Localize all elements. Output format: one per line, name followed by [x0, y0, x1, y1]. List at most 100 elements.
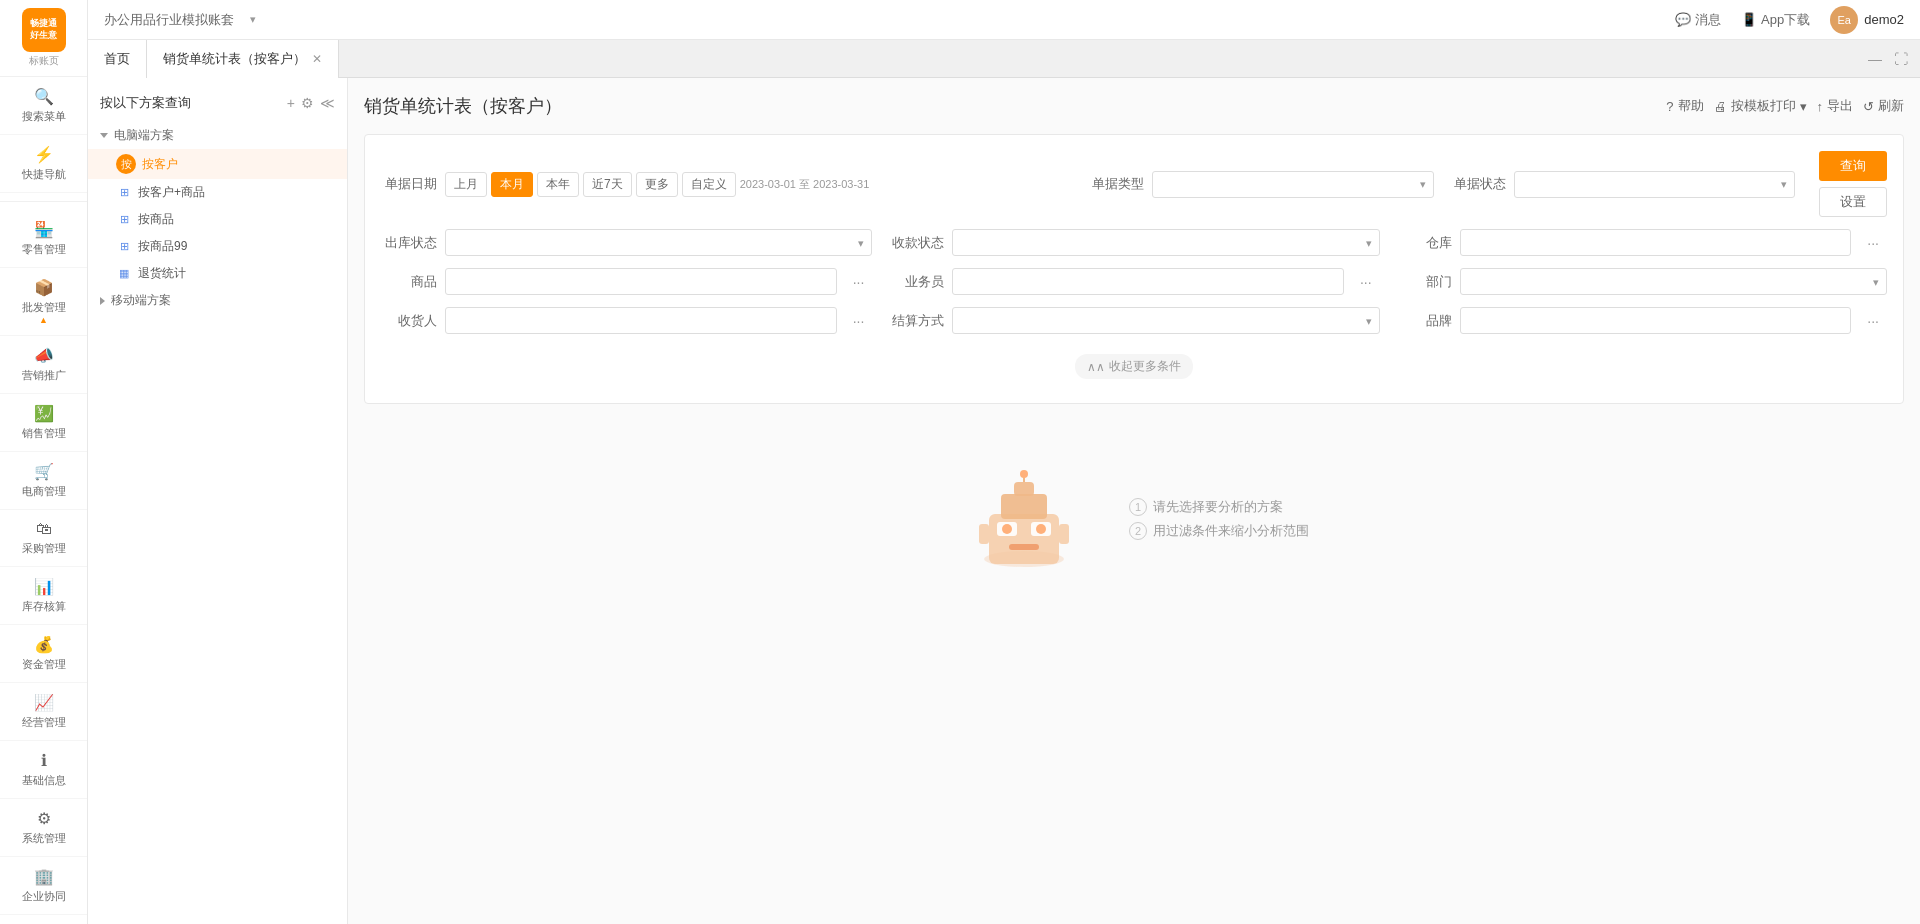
brand-dots-icon[interactable]: ···	[1859, 309, 1887, 333]
filter-doc-type-select[interactable]	[1152, 171, 1434, 198]
tab-maximize-icon[interactable]: ⛶	[1890, 47, 1912, 71]
marketing-icon: 📣	[34, 346, 54, 365]
help-label: 帮助	[1678, 97, 1704, 115]
refresh-icon: ↺	[1863, 99, 1874, 114]
logo-icon: 畅捷通好生意	[22, 8, 66, 52]
tab-home-label: 首页	[104, 50, 130, 68]
filter-department-wrapper	[1460, 268, 1887, 295]
receiver-dots-icon[interactable]: ···	[845, 309, 873, 333]
by-product-icon: ⊞	[116, 212, 132, 228]
filter-receiver-item: 收货人 ···	[381, 307, 872, 334]
topbar-dropdown-icon[interactable]: ▾	[250, 13, 256, 26]
by-customer-product-icon: ⊞	[116, 185, 132, 201]
schema-item-by-product-99[interactable]: ⊞ 按商品99	[88, 233, 347, 260]
filter-settlement-label: 结算方式	[888, 312, 944, 330]
svg-point-12	[1020, 470, 1028, 478]
date-btn-this-month[interactable]: 本月	[491, 172, 533, 197]
sidebar-item-retail[interactable]: 🏪 零售管理	[0, 210, 87, 268]
filter-department-select[interactable]	[1460, 268, 1887, 295]
date-range-display: 2023-03-01 至 2023-03-31	[740, 177, 870, 192]
filter-brand-input[interactable]	[1460, 307, 1852, 334]
salesperson-dots-icon[interactable]: ···	[1352, 270, 1380, 294]
sidebar-item-search-menu[interactable]: 🔍 搜索菜单	[0, 77, 87, 135]
tab-sales-stats[interactable]: 销货单统计表（按客户） ✕	[147, 40, 339, 78]
filter-receiver-label: 收货人	[381, 312, 437, 330]
schema-item-by-product[interactable]: ⊞ 按商品	[88, 206, 347, 233]
schema-item-return-stats[interactable]: ▦ 退货统计	[88, 260, 347, 287]
svg-rect-1	[989, 514, 1059, 564]
sidebar-item-purchase[interactable]: 🛍 采购管理	[0, 510, 87, 567]
warehouse-dots-icon[interactable]: ···	[1859, 231, 1887, 255]
tab-close-icon[interactable]: ✕	[312, 52, 322, 66]
ecommerce-icon: 🛒	[34, 462, 54, 481]
sidebar-item-inventory[interactable]: 📊 库存核算	[0, 567, 87, 625]
filter-out-status-select[interactable]	[445, 229, 872, 256]
filter-salesperson-input[interactable]	[952, 268, 1344, 295]
filter-settlement-select[interactable]	[952, 307, 1379, 334]
filter-product-input[interactable]	[445, 268, 837, 295]
topbar: 办公用品行业模拟账套 ▾ 💬 消息 📱 App下载 Ea demo2	[88, 0, 1920, 40]
date-btn-last-month[interactable]: 上月	[445, 172, 487, 197]
topbar-title[interactable]: 办公用品行业模拟账套	[104, 11, 234, 29]
filter-department-item: 部门	[1396, 268, 1887, 295]
sidebar-item-quick-nav[interactable]: ⚡ 快捷导航	[0, 135, 87, 193]
sidebar-item-basic[interactable]: ℹ 基础信息	[0, 741, 87, 799]
sidebar-item-ecommerce[interactable]: 🛒 电商管理	[0, 452, 87, 510]
filter-receiver-input[interactable]	[445, 307, 837, 334]
refresh-label: 刷新	[1878, 97, 1904, 115]
sidebar-item-operation[interactable]: 📈 经营管理	[0, 683, 87, 741]
filter-date-group: 上月 本月 本年 近7天 更多 自定义 2023-03-01 至 2023-03…	[445, 172, 1072, 197]
sidebar-item-finance[interactable]: 💰 资金管理	[0, 625, 87, 683]
help-button[interactable]: ? 帮助	[1666, 97, 1703, 115]
filter-row-1: 单据日期 上月 本月 本年 近7天 更多 自定义 2023-03-01 至 20…	[381, 151, 1887, 217]
date-btn-this-year[interactable]: 本年	[537, 172, 579, 197]
date-btn-last-7-days[interactable]: 近7天	[583, 172, 632, 197]
schema-group-mobile-header[interactable]: 移动端方案	[88, 287, 347, 314]
sidebar-item-operation-label: 经营管理	[22, 715, 66, 730]
schema-item-by-customer-product[interactable]: ⊞ 按客户+商品	[88, 179, 347, 206]
collapse-button[interactable]: ∧∧ 收起更多条件	[1075, 354, 1193, 379]
tab-home[interactable]: 首页	[88, 40, 147, 78]
filter-row-2: 出库状态 收款状态	[381, 229, 1887, 256]
system-icon: ⚙	[37, 809, 51, 828]
collapse-panel-button[interactable]: ≪	[320, 95, 335, 111]
search-menu-icon: 🔍	[34, 87, 54, 106]
mobile-group-arrow-icon	[100, 297, 105, 305]
date-btn-custom[interactable]: 自定义	[682, 172, 736, 197]
sidebar-item-wholesale[interactable]: 📦 批发管理 ▲	[0, 268, 87, 336]
settings-button[interactable]: 设置	[1819, 187, 1887, 217]
filter-collection-status-select[interactable]	[952, 229, 1379, 256]
product-dots-icon[interactable]: ···	[845, 270, 873, 294]
user-area[interactable]: Ea demo2	[1830, 6, 1904, 34]
schema-item-by-customer[interactable]: 按 按客户	[88, 149, 347, 179]
message-button[interactable]: 💬 消息	[1675, 11, 1721, 29]
sidebar-item-marketing[interactable]: 📣 营销推广	[0, 336, 87, 394]
sidebar-item-sales[interactable]: 💹 销售管理	[0, 394, 87, 452]
sidebar-item-enterprise-label: 企业协同	[22, 889, 66, 904]
sidebar-item-enterprise[interactable]: 🏢 企业协同	[0, 857, 87, 915]
query-button[interactable]: 查询	[1819, 151, 1887, 181]
filter-warehouse-input[interactable]	[1460, 229, 1852, 256]
schema-group-desktop-header[interactable]: 电脑端方案	[88, 122, 347, 149]
filter-settlement-item: 结算方式	[888, 307, 1379, 334]
filter-doc-status-item: 单据状态	[1450, 171, 1796, 198]
sidebar-item-system[interactable]: ⚙ 系统管理	[0, 799, 87, 857]
sidebar-item-newbie[interactable]: 🎯 新手引导	[0, 915, 87, 924]
schema-settings-button[interactable]: ⚙	[301, 95, 314, 111]
refresh-button[interactable]: ↺ 刷新	[1863, 97, 1904, 115]
template-print-button[interactable]: 🖨 按模板打印 ▾	[1714, 97, 1807, 115]
tab-minimize-icon[interactable]: —	[1864, 47, 1886, 71]
filter-settlement-wrapper	[952, 307, 1379, 334]
export-icon: ↑	[1817, 99, 1824, 114]
desktop-group-label: 电脑端方案	[114, 127, 174, 144]
filter-collection-status-label: 收款状态	[888, 234, 944, 252]
schema-group-mobile: 移动端方案	[88, 287, 347, 314]
filter-brand-label: 品牌	[1396, 312, 1452, 330]
filter-brand-item: 品牌 ···	[1396, 307, 1887, 334]
app-download-button[interactable]: 📱 App下载	[1741, 11, 1810, 29]
add-schema-button[interactable]: +	[287, 95, 295, 111]
export-button[interactable]: ↑ 导出	[1817, 97, 1854, 115]
date-btn-more[interactable]: 更多	[636, 172, 678, 197]
filter-doc-status-select[interactable]	[1514, 171, 1796, 198]
sales-icon: 💹	[34, 404, 54, 423]
